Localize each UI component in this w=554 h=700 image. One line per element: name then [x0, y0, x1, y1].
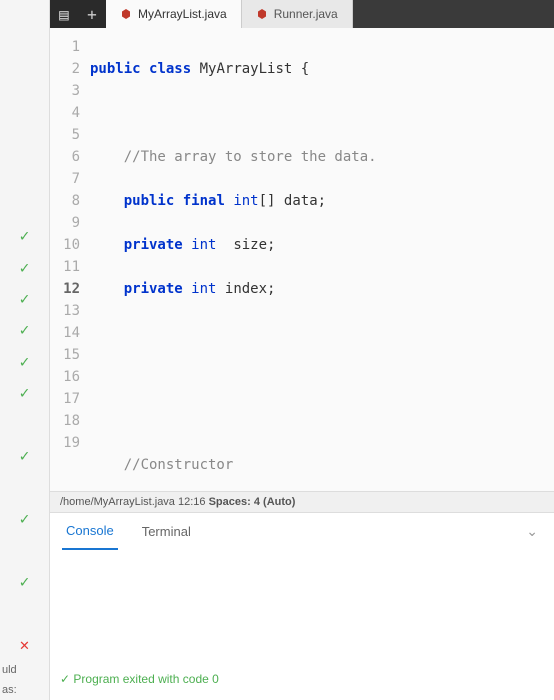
check-icon: ✓	[0, 220, 49, 251]
status-path: /home/MyArrayList.java	[60, 496, 175, 508]
console-tab[interactable]: Console	[62, 513, 118, 550]
check-icon: ✓	[0, 251, 49, 282]
spacer	[0, 597, 49, 628]
java-icon	[256, 8, 268, 20]
tab-bar: ▤ + MyArrayList.java Runner.java	[50, 0, 554, 28]
line-gutter: 12345678910111213141516171819	[50, 28, 90, 491]
file-icon-button[interactable]: ▤	[50, 0, 78, 28]
x-icon: ✕	[0, 628, 49, 659]
status-position: 12:16	[178, 496, 206, 508]
tab-runner[interactable]: Runner.java	[242, 0, 353, 28]
chevron-down-icon[interactable]: ⌄	[526, 523, 538, 540]
check-icon: ✓	[0, 314, 49, 345]
status-spaces-label: Spaces:	[209, 496, 251, 508]
status-bar: /home/MyArrayList.java 12:16 Spaces: 4 (…	[50, 491, 554, 512]
status-spaces-value: 4 (Auto)	[254, 496, 296, 508]
tab-myarraylist[interactable]: MyArrayList.java	[106, 0, 242, 28]
console-output: ✓ Program exited with code 0	[60, 672, 544, 690]
tab-label: MyArrayList.java	[138, 7, 227, 21]
check-icon: ✓	[0, 346, 49, 377]
new-tab-button[interactable]: +	[78, 0, 106, 28]
spacer	[0, 471, 49, 502]
check-icon: ✓	[0, 440, 49, 471]
terminal-tab[interactable]: Terminal	[138, 514, 195, 549]
left-label-as: as:	[0, 680, 49, 700]
spacer	[0, 409, 49, 440]
check-icon: ✓	[0, 566, 49, 597]
check-icon: ✓	[0, 503, 49, 534]
left-gutter: ✓ ✓ ✓ ✓ ✓ ✓ ✓ ✓ ✓ ✕ uld as:	[0, 0, 50, 700]
java-icon	[120, 8, 132, 20]
console-panel[interactable]: ✓ Program exited with code 0	[50, 550, 554, 700]
main-area: ▤ + MyArrayList.java Runner.java 1234567…	[50, 0, 554, 700]
tab-label: Runner.java	[274, 7, 338, 21]
code-editor[interactable]: 12345678910111213141516171819 public cla…	[50, 28, 554, 491]
code-content[interactable]: public class MyArrayList { //The array t…	[90, 28, 478, 491]
panel-tabs: Console Terminal ⌄	[50, 512, 554, 550]
check-icon: ✓	[0, 377, 49, 408]
spacer	[0, 534, 49, 565]
check-icon: ✓	[0, 283, 49, 314]
left-label-uld: uld	[0, 660, 49, 680]
